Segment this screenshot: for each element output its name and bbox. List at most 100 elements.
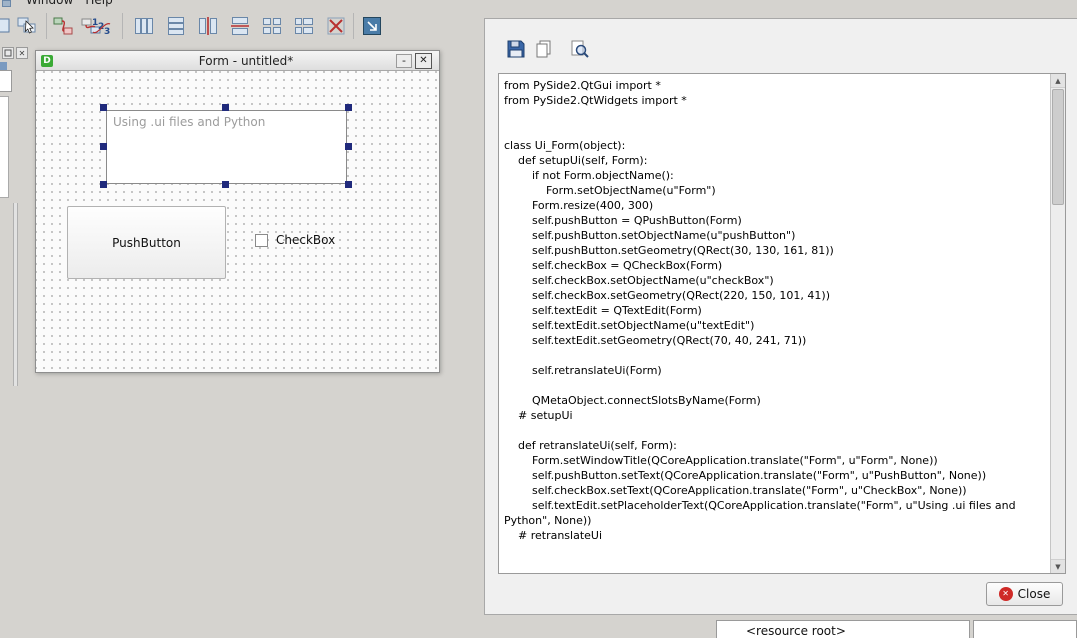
code-line: self.pushButton = QPushButton(Form) [504,213,1047,228]
minimize-button[interactable]: - [396,54,412,68]
copy-button[interactable] [531,36,557,62]
code-line: Form.setWindowTitle(QCoreApplication.tra… [504,453,1047,468]
window-icon [0,15,12,37]
find-button[interactable] [566,36,592,62]
copy-icon [533,38,555,60]
checkbox-indicator[interactable] [255,234,268,247]
selection-handle[interactable] [222,181,229,188]
code-line: def setupUi(self, Form): [504,153,1047,168]
code-line: Form.resize(400, 300) [504,198,1047,213]
code-line: self.textEdit = QTextEdit(Form) [504,303,1047,318]
code-scrollbar[interactable]: ▲ ▼ [1050,74,1065,573]
widgetbox-filter-input[interactable] [0,70,12,92]
selection-handle[interactable] [100,143,107,150]
form-window-icon: D [41,55,53,67]
resource-root-item[interactable]: <resource root> [716,620,970,638]
code-line: # retranslateUi [504,528,1047,543]
edit-tab-order-button[interactable]: 1 2 3 [88,13,114,39]
layout-in-form-icon [293,15,315,37]
code-line: QMetaObject.connectSlotsByName(Form) [504,393,1047,408]
selection-handle[interactable] [345,143,352,150]
code-line [504,348,1047,363]
break-layout-icon [325,15,347,37]
edit-signals-slots-icon [52,15,74,37]
svg-text:3: 3 [104,27,110,37]
selection-handle[interactable] [345,181,352,188]
code-line [504,378,1047,393]
code-line: self.textEdit.setGeometry(QRect(70, 40, … [504,333,1047,348]
edit-widgets-button[interactable] [14,13,40,39]
scrollbar-thumb[interactable] [1052,89,1064,205]
dock-close-button[interactable]: ✕ [16,47,28,59]
selection-handle[interactable] [100,181,107,188]
textedit-placeholder: Using .ui files and Python [113,115,265,129]
code-line: self.checkBox.setText(QCoreApplication.t… [504,483,1047,498]
code-line [504,423,1047,438]
scrollbar-up-arrow[interactable]: ▲ [1051,74,1065,88]
form-window-title: Form - untitled* [53,54,439,68]
edit-widgets-icon [16,15,38,37]
code-line: from PySide2.QtWidgets import * [504,93,1047,108]
layout-vertically-icon [165,15,187,37]
code-line: self.pushButton.setObjectName(u"pushButt… [504,228,1047,243]
code-line: self.checkBox.setGeometry(QRect(220, 150… [504,288,1047,303]
layout-in-form-button[interactable] [291,13,317,39]
dock-float-button[interactable] [2,47,14,59]
code-line [504,108,1047,123]
textedit-widget[interactable]: Using .ui files and Python [106,110,347,184]
layout-in-grid-icon [261,15,283,37]
close-circle-icon: ✕ [999,587,1013,601]
code-line: self.retranslateUi(Form) [504,363,1047,378]
code-line: self.textEdit.setPlaceholderText(QCoreAp… [504,498,1047,528]
checkbox-widget[interactable]: CheckBox [255,233,335,247]
code-line: self.pushButton.setText(QCoreApplication… [504,468,1047,483]
code-line: # setupUi [504,408,1047,423]
layout-horizontally-in-splitter-button[interactable] [195,13,221,39]
layout-vertically-in-splitter-button[interactable] [227,13,253,39]
code-line: class Ui_Form(object): [504,138,1047,153]
form-designer-window: D Form - untitled* - ✕ Using .ui files a… [35,50,440,373]
adjust-size-button[interactable] [359,13,385,39]
close-icon: ✕ [19,49,26,58]
code-line: self.checkBox = QCheckBox(Form) [504,258,1047,273]
edit-signals-slots-button[interactable] [50,13,76,39]
layout-in-grid-button[interactable] [259,13,285,39]
menu-item-help[interactable]: Help [85,0,112,7]
code-content: from PySide2.QtGui import *from PySide2.… [499,74,1049,573]
layout-vertically-button[interactable] [163,13,189,39]
selection-handle[interactable] [345,104,352,111]
dialog-close-button[interactable]: ✕ Close [986,582,1063,606]
code-line: Form.setObjectName(u"Form") [504,183,1047,198]
close-button-label: Close [1018,587,1051,601]
save-button[interactable] [503,36,529,62]
toolbar-partial-button[interactable] [0,13,14,39]
code-line: if not Form.objectName(): [504,168,1047,183]
widgetbox-scrollbar[interactable] [13,203,18,386]
toolbar-separator [46,13,47,39]
close-button[interactable]: ✕ [415,53,432,69]
layout-horizontally-button[interactable] [131,13,157,39]
layout-vertically-in-splitter-icon [229,15,251,37]
menubar: Window Help [26,0,113,7]
toolbar-separator [353,13,354,39]
edit-tab-order-icon: 1 2 3 [90,15,112,37]
selection-handle[interactable] [222,104,229,111]
qt-designer-screen: Window Help [0,0,1077,638]
selection-handle[interactable] [100,104,107,111]
form-window-titlebar[interactable]: D Form - untitled* [36,51,439,71]
code-line: self.pushButton.setGeometry(QRect(30, 13… [504,243,1047,258]
layout-horizontally-in-splitter-icon [197,15,219,37]
layout-horizontally-icon [133,15,155,37]
break-layout-button[interactable] [323,13,349,39]
save-icon [505,38,527,60]
scrollbar-down-arrow[interactable]: ▼ [1051,559,1065,573]
form-canvas[interactable]: Using .ui files and Python PushButton Ch… [36,71,439,372]
widgetbox-list-sliver [0,96,9,198]
pushbutton-widget[interactable]: PushButton [67,206,226,279]
code-view[interactable]: from PySide2.QtGui import *from PySide2.… [498,73,1066,574]
bottom-right-panel [973,620,1077,638]
dock-partial-icon [0,62,7,70]
code-line: self.textEdit.setObjectName(u"textEdit") [504,318,1047,333]
menu-item-window[interactable]: Window [26,0,73,7]
checkbox-label: CheckBox [276,233,335,247]
